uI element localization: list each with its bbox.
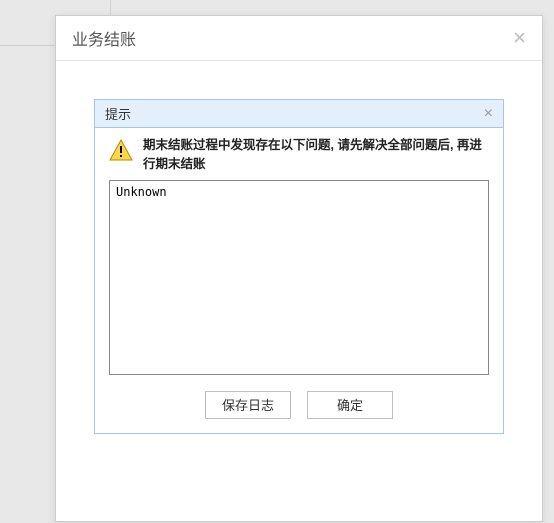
problem-list-box[interactable]: Unknown: [109, 180, 489, 375]
outer-dialog-header: 业务结账 ×: [56, 16, 542, 61]
close-icon[interactable]: ×: [513, 27, 526, 49]
close-icon[interactable]: ×: [484, 106, 493, 122]
save-log-button[interactable]: 保存日志: [205, 391, 291, 419]
problem-list-content: Unknown: [116, 185, 167, 199]
outer-dialog: 业务结账 × 提示 × 期末结账过程中发现存在以下问题, 请先解决全部问题后, …: [55, 15, 543, 522]
inner-dialog-header: 提示 ×: [95, 100, 503, 128]
inner-dialog-title: 提示: [105, 104, 131, 123]
warning-icon: [109, 138, 133, 162]
outer-dialog-body: 提示 × 期末结账过程中发现存在以下问题, 请先解决全部问题后, 再进行期末结账…: [56, 61, 542, 454]
inner-message-row: 期末结账过程中发现存在以下问题, 请先解决全部问题后, 再进行期末结账: [95, 128, 503, 180]
outer-dialog-title: 业务结账: [72, 26, 136, 50]
inner-dialog-footer: 保存日志 确定: [95, 385, 503, 433]
inner-dialog: 提示 × 期末结账过程中发现存在以下问题, 请先解决全部问题后, 再进行期末结账…: [94, 99, 504, 434]
ok-button[interactable]: 确定: [307, 391, 393, 419]
inner-dialog-message: 期末结账过程中发现存在以下问题, 请先解决全部问题后, 再进行期末结账: [143, 136, 489, 174]
